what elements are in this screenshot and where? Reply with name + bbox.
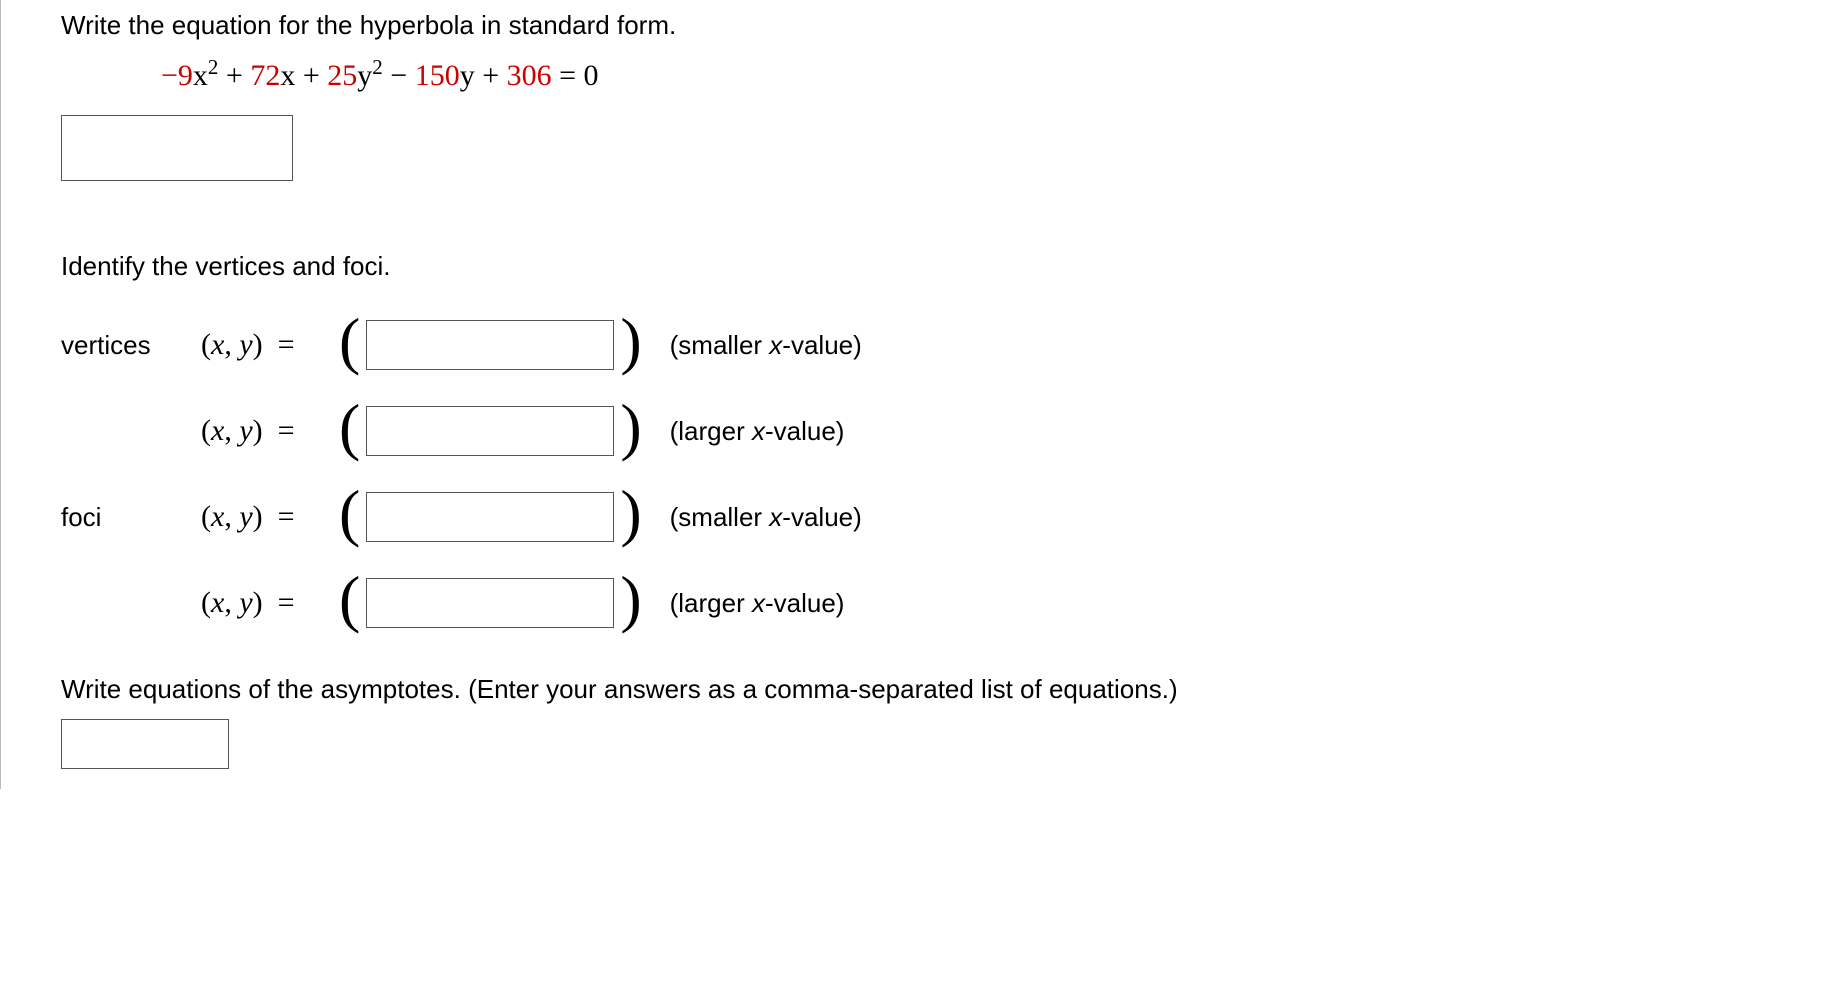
prompt-standard-form: Write the equation for the hyperbola in … xyxy=(61,10,1760,41)
xy-equals: (x, y) = xyxy=(201,414,339,448)
op-2: + xyxy=(295,59,327,92)
vertex-larger-input[interactable] xyxy=(366,406,614,456)
focus-smaller-input[interactable] xyxy=(366,492,614,542)
row-focus-larger: (x, y) = ( ) (larger x-value) xyxy=(61,560,1760,646)
question-container: Write the equation for the hyperbola in … xyxy=(0,0,1760,789)
hint-smaller-x: (smaller x-value) xyxy=(670,330,862,361)
coef-5: 306 xyxy=(507,59,552,92)
hint-smaller-x: (smaller x-value) xyxy=(670,502,862,533)
vertex-smaller-input[interactable] xyxy=(366,320,614,370)
eq-zero: = 0 xyxy=(552,59,599,92)
label-foci: foci xyxy=(61,502,201,533)
label-vertices: vertices xyxy=(61,330,201,361)
op-4: + xyxy=(475,59,507,92)
coef-1: −9 xyxy=(161,59,193,92)
var-x1: x xyxy=(193,59,208,92)
var-y1: y xyxy=(357,59,372,92)
equation-display: −9x2 + 72x + 25y2 − 150y + 306 = 0 xyxy=(161,59,1760,93)
exp-1: 2 xyxy=(208,55,219,79)
prompt-vertices-foci: Identify the vertices and foci. xyxy=(61,251,1760,282)
coef-2: 72 xyxy=(250,59,280,92)
row-focus-smaller: foci (x, y) = ( ) (smaller x-value) xyxy=(61,474,1760,560)
hint-larger-x: (larger x-value) xyxy=(670,588,845,619)
row-vertex-larger: (x, y) = ( ) (larger x-value) xyxy=(61,388,1760,474)
focus-larger-input[interactable] xyxy=(366,578,614,628)
coef-3: 25 xyxy=(327,59,357,92)
xy-equals: (x, y) = xyxy=(201,586,339,620)
var-x2: x xyxy=(280,59,295,92)
var-y2: y xyxy=(460,59,475,92)
hint-larger-x: (larger x-value) xyxy=(670,416,845,447)
row-vertex-smaller: vertices (x, y) = ( ) (smaller x-value) xyxy=(61,302,1760,388)
exp-3: 2 xyxy=(372,55,383,79)
xy-equals: (x, y) = xyxy=(201,328,339,362)
op-1: + xyxy=(218,59,250,92)
standard-form-input[interactable] xyxy=(61,115,293,181)
prompt-asymptotes: Write equations of the asymptotes. (Ente… xyxy=(61,674,1760,705)
xy-equals: (x, y) = xyxy=(201,500,339,534)
asymptotes-input[interactable] xyxy=(61,719,229,769)
coef-4: 150 xyxy=(415,59,460,92)
op-3: − xyxy=(383,59,415,92)
